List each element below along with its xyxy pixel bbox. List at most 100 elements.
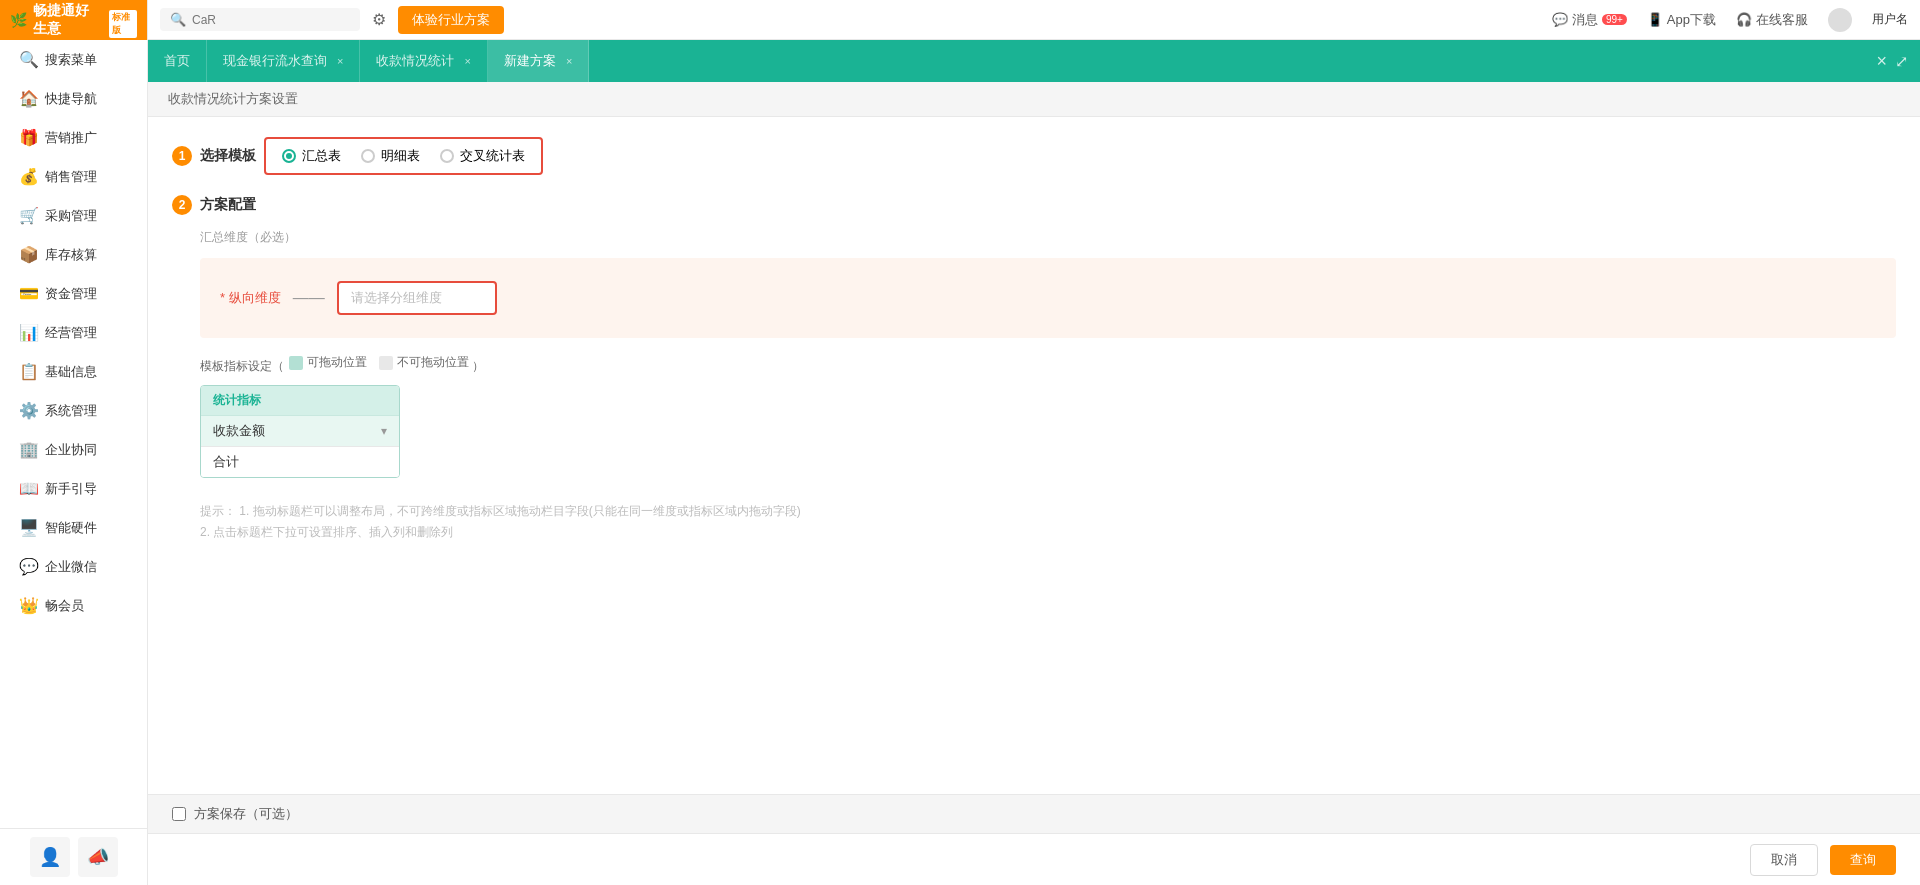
sidebar-bottom: 👤 📣 — [0, 828, 147, 885]
service-button[interactable]: 🎧 在线客服 — [1736, 11, 1808, 29]
legend-fixed: 不可拖动位置 — [379, 354, 469, 371]
sidebar: 🌿 畅捷通好生意 标准版 🔍 搜索菜单 🏠 快捷导航 🎁 营销推广 💰 销售管理… — [0, 0, 148, 885]
topbar-search-icon: 🔍 — [170, 12, 186, 27]
radio-cross-label: 交叉统计表 — [460, 147, 525, 165]
service-label: 在线客服 — [1756, 11, 1808, 29]
sidebar-item-label: 经营管理 — [45, 324, 97, 342]
section-1-label: 选择模板 — [200, 147, 256, 165]
sidebar-item-corp[interactable]: 🏢 企业协同 — [0, 430, 147, 469]
indicator-row-0[interactable]: 收款金额 ▾ — [201, 415, 399, 446]
radio-summary[interactable]: 汇总表 — [282, 147, 341, 165]
bottom-bar: 取消 查询 — [148, 833, 1920, 885]
building-icon: 🏢 — [19, 440, 37, 459]
indicator-table: 统计指标 收款金额 ▾ 合计 — [200, 385, 400, 478]
radio-cross[interactable]: 交叉统计表 — [440, 147, 525, 165]
sidebar-item-label: 资金管理 — [45, 285, 97, 303]
indicator-row-0-label: 收款金额 — [213, 422, 265, 440]
content-body: 1 选择模板 汇总表 明细表 交叉统计表 — [148, 117, 1920, 794]
sidebar-item-purchase[interactable]: 🛒 采购管理 — [0, 196, 147, 235]
tab-cash-flow-label: 现金银行流水查询 — [223, 52, 327, 70]
sidebar-item-label: 销售管理 — [45, 168, 97, 186]
draggable-legend-label: 可拖动位置 — [307, 354, 367, 371]
tab-cash-flow-close[interactable]: × — [337, 55, 343, 67]
sidebar-item-hardware[interactable]: 🖥️ 智能硬件 — [0, 508, 147, 547]
sidebar-item-label: 库存核算 — [45, 246, 97, 264]
tip-line-2: 2. 点击标题栏下拉可设置排序、插入列和删除列 — [200, 522, 1896, 544]
radio-cross-dot — [440, 149, 454, 163]
nav-tabs: 首页 现金银行流水查询 × 收款情况统计 × 新建方案 × × ⤢ — [148, 40, 1920, 82]
sidebar-item-marketing[interactable]: 🎁 营销推广 — [0, 118, 147, 157]
sidebar-item-label: 智能硬件 — [45, 519, 97, 537]
sidebar-item-member[interactable]: 👑 畅会员 — [0, 586, 147, 625]
sidebar-item-wechat[interactable]: 💬 企业微信 — [0, 547, 147, 586]
radio-detail-dot — [361, 149, 375, 163]
search-input[interactable] — [192, 13, 332, 27]
notification-icon: 💬 — [1552, 12, 1568, 27]
sidebar-item-system[interactable]: ⚙️ 系统管理 — [0, 391, 147, 430]
query-button[interactable]: 查询 — [1830, 845, 1896, 875]
cancel-button[interactable]: 取消 — [1750, 844, 1818, 876]
tab-cash-flow[interactable]: 现金银行流水查询 × — [207, 40, 360, 82]
download-icon: 📱 — [1647, 12, 1663, 27]
dimension-placeholder: 请选择分组维度 — [351, 289, 442, 307]
radio-detail[interactable]: 明细表 — [361, 147, 420, 165]
dimension-select[interactable]: 请选择分组维度 — [337, 281, 497, 315]
tab-new-plan-label: 新建方案 — [504, 52, 556, 70]
sidebar-logo: 🌿 畅捷通好生意 标准版 — [0, 0, 147, 40]
sidebar-item-label: 新手引导 — [45, 480, 97, 498]
indicator-section: 模板指标设定（ 可拖动位置 不可拖动位置 ） — [200, 354, 1896, 481]
notification-button[interactable]: 💬 消息 99+ — [1552, 11, 1627, 29]
sidebar-item-finance[interactable]: 💳 资金管理 — [0, 274, 147, 313]
dimension-title-text: 汇总维度（必选） — [200, 230, 296, 244]
sidebar-item-label: 系统管理 — [45, 402, 97, 420]
logo-text: 畅捷通好生意 — [33, 2, 103, 38]
section-config-title: 2 方案配置 — [172, 195, 1896, 215]
legend-draggable: 可拖动位置 — [289, 354, 367, 371]
topbar-search-box[interactable]: 🔍 — [160, 8, 360, 31]
minimize-icon[interactable]: × — [1876, 51, 1887, 72]
fixed-legend-label: 不可拖动位置 — [397, 354, 469, 371]
tab-collection-stats-label: 收款情况统计 — [376, 52, 454, 70]
tab-home[interactable]: 首页 — [148, 40, 207, 82]
download-button[interactable]: 📱 App下载 — [1647, 11, 1716, 29]
sidebar-item-sales[interactable]: 💰 销售管理 — [0, 157, 147, 196]
sidebar-bottom-btn2[interactable]: 📣 — [78, 837, 118, 877]
save-checkbox[interactable] — [172, 807, 186, 821]
tab-home-label: 首页 — [164, 52, 190, 70]
download-label: App下载 — [1667, 11, 1716, 29]
dropdown-arrow-icon[interactable]: ▾ — [381, 424, 387, 438]
sidebar-item-inventory[interactable]: 📦 库存核算 — [0, 235, 147, 274]
sidebar-item-guide[interactable]: 📖 新手引导 — [0, 469, 147, 508]
tab-new-plan[interactable]: 新建方案 × — [488, 40, 589, 82]
indicator-row-1-label: 合计 — [213, 454, 239, 469]
avatar — [1828, 8, 1852, 32]
save-label: 方案保存（可选） — [194, 805, 298, 823]
dimension-subtitle: 汇总维度（必选） — [200, 229, 1896, 246]
topbar: 🔍 ⚙ 体验行业方案 💬 消息 99+ 📱 App下载 🎧 在线客服 用户名 — [148, 0, 1920, 40]
sidebar-item-basic[interactable]: 📋 基础信息 — [0, 352, 147, 391]
content: 收款情况统计方案设置 1 选择模板 汇总表 明细表 — [148, 82, 1920, 833]
tab-new-plan-close[interactable]: × — [566, 55, 572, 67]
radio-summary-dot — [282, 149, 296, 163]
sidebar-item-quick-nav[interactable]: 🏠 快捷导航 — [0, 79, 147, 118]
maximize-icon[interactable]: ⤢ — [1895, 52, 1908, 71]
dimension-arrow: —— — [293, 289, 325, 307]
tab-collection-stats-close[interactable]: × — [464, 55, 470, 67]
notification-label: 消息 — [1572, 11, 1598, 29]
notification-badge: 99+ — [1602, 14, 1627, 25]
tab-collection-stats[interactable]: 收款情况统计 × — [360, 40, 487, 82]
settings-icon[interactable]: ⚙ — [372, 10, 386, 29]
section-template: 1 选择模板 汇总表 明细表 交叉统计表 — [172, 137, 1896, 175]
section-config: 2 方案配置 汇总维度（必选） * 纵向维度 —— 请选择分组维度 — [172, 195, 1896, 544]
main: 🔍 ⚙ 体验行业方案 💬 消息 99+ 📱 App下载 🎧 在线客服 用户名 — [148, 0, 1920, 885]
sidebar-item-label: 搜索菜单 — [45, 51, 97, 69]
trial-button[interactable]: 体验行业方案 — [398, 6, 504, 34]
content-footer: 方案保存（可选） — [148, 794, 1920, 833]
chat-icon: 💬 — [19, 557, 37, 576]
sidebar-item-search[interactable]: 🔍 搜索菜单 — [0, 40, 147, 79]
sidebar-item-operations[interactable]: 📊 经营管理 — [0, 313, 147, 352]
sidebar-bottom-btn1[interactable]: 👤 — [30, 837, 70, 877]
section-2-num: 2 — [172, 195, 192, 215]
nav-tab-actions: × ⤢ — [1864, 40, 1920, 82]
indicator-row-1: 合计 — [201, 446, 399, 477]
